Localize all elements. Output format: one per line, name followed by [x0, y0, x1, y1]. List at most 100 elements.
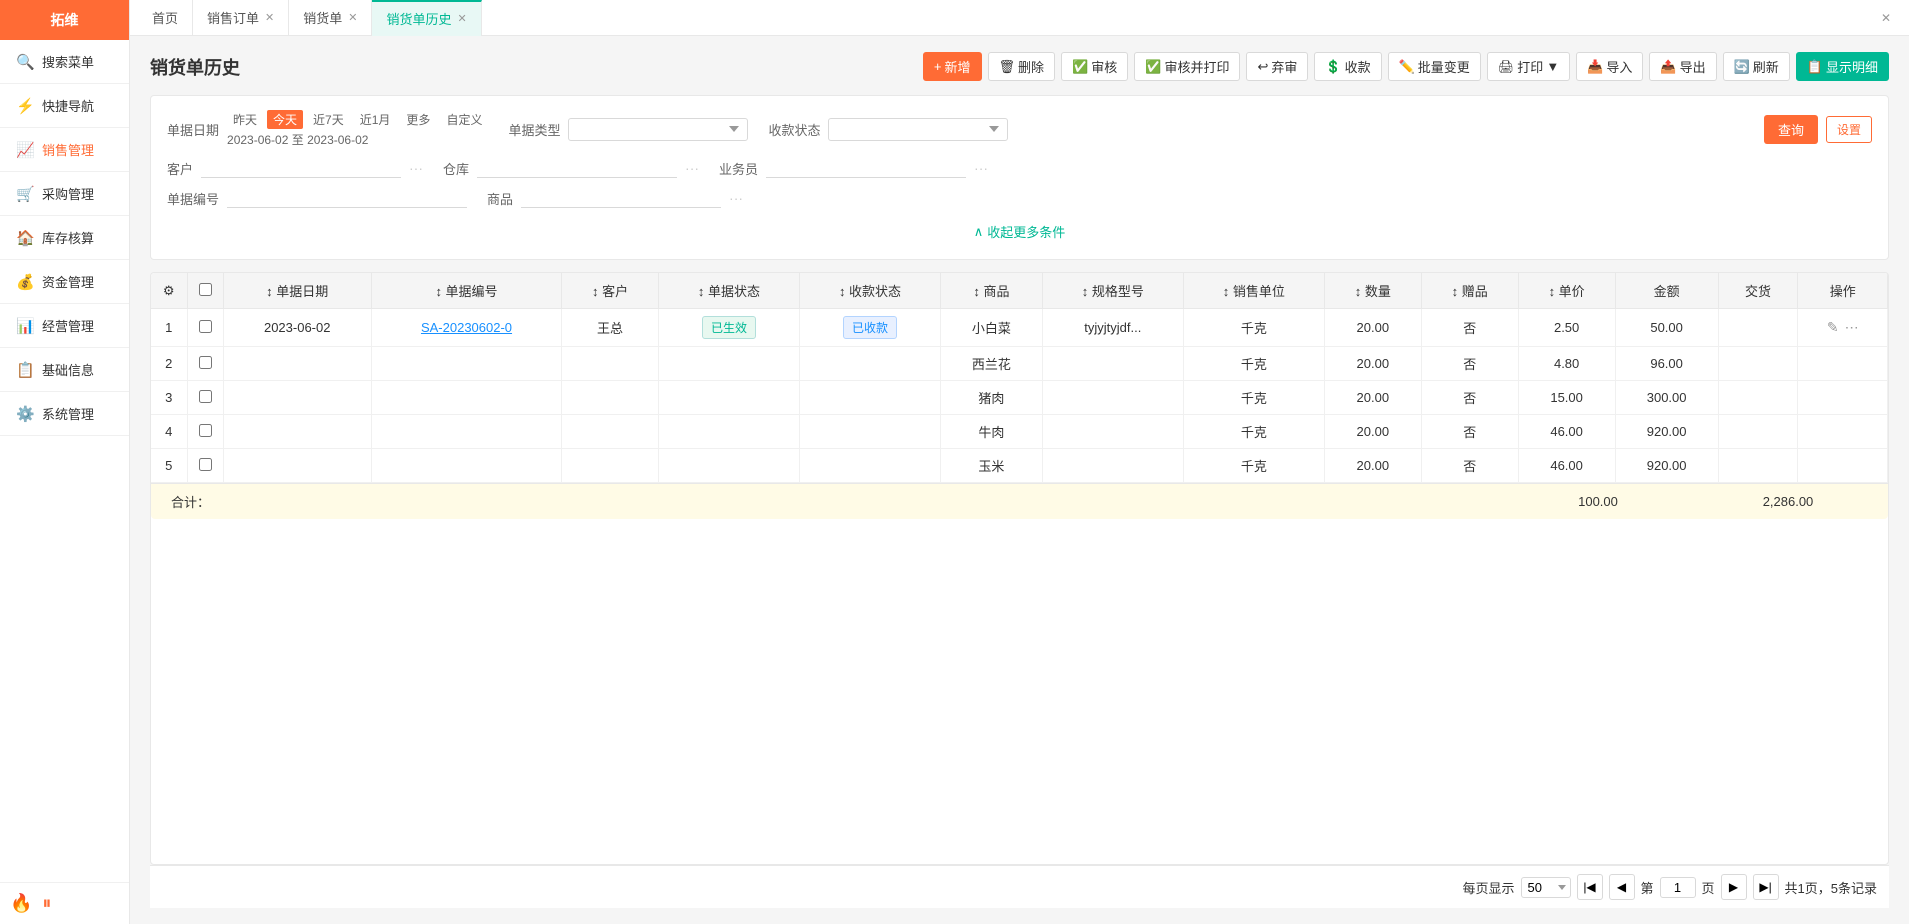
sidebar-item-sales-mgmt[interactable]: 📈 销售管理 — [0, 128, 129, 172]
date-tag-yesterday[interactable]: 昨天 — [227, 110, 263, 129]
row-checkbox[interactable] — [199, 390, 212, 403]
sidebar-pause-icon[interactable]: ⏸ — [42, 893, 51, 914]
sidebar-item-sys-mgmt[interactable]: ⚙️ 系统管理 — [0, 392, 129, 436]
config-gear-icon[interactable]: ⚙ — [163, 283, 175, 298]
col-sales-unit[interactable]: ↕ 销售单位 — [1183, 273, 1324, 309]
date-tag-more[interactable]: 更多 — [400, 110, 436, 129]
batch-change-label: 批量变更 — [1418, 57, 1470, 76]
query-button[interactable]: 查询 — [1764, 115, 1818, 144]
row-checkbox[interactable] — [199, 424, 212, 437]
show-detail-button[interactable]: 📋 显示明细 — [1796, 52, 1889, 81]
cell-unit-price: 4.80 — [1518, 347, 1615, 381]
sidebar-item-search-menu[interactable]: 🔍 搜索菜单 — [0, 40, 129, 84]
close-all-tabs[interactable]: ✕ — [1871, 11, 1901, 25]
table-row: 12023-06-02SA-20230602-0王总已生效已收款小白菜tyjyj… — [151, 309, 1888, 347]
date-tag-7days[interactable]: 近7天 — [307, 110, 350, 129]
col-doc-status[interactable]: ↕ 单据状态 — [658, 273, 799, 309]
col-spec-type[interactable]: ↕ 规格型号 — [1042, 273, 1183, 309]
row-checkbox[interactable] — [199, 320, 212, 333]
sidebar-item-purchase-mgmt[interactable]: 🛒 采购管理 — [0, 172, 129, 216]
import-button[interactable]: 📥 导入 — [1576, 52, 1643, 81]
sidebar-item-finance-mgmt[interactable]: 💰 资金管理 — [0, 260, 129, 304]
tab-home[interactable]: 首页 — [138, 0, 193, 36]
edit-icon[interactable]: ✎ — [1827, 319, 1839, 336]
customer-input[interactable] — [201, 158, 401, 178]
goods-input[interactable] — [521, 188, 721, 208]
warehouse-browse-icon[interactable]: ··· — [685, 160, 699, 176]
col-customer[interactable]: ↕ 客户 — [562, 273, 659, 309]
audit-print-button[interactable]: ✅ 审核并打印 — [1134, 52, 1240, 81]
table-header-row: ⚙ ↕ 单据日期 ↕ 单据编号 ↕ 客户 — [151, 273, 1888, 309]
sidebar-fire-icon[interactable]: 🔥 — [10, 893, 32, 914]
goods-browse-icon[interactable]: ··· — [729, 190, 743, 206]
row-checkbox[interactable] — [199, 458, 212, 471]
sidebar-item-ops-mgmt[interactable]: 📊 经营管理 — [0, 304, 129, 348]
col-config[interactable]: ⚙ — [151, 273, 187, 309]
prev-page-button[interactable]: ◀ — [1609, 874, 1635, 900]
salesperson-input[interactable] — [766, 158, 966, 178]
cell-action — [1798, 347, 1888, 381]
cell-doc-date — [223, 381, 371, 415]
first-page-button[interactable]: |◀ — [1577, 874, 1603, 900]
col-amount-label: 金额 — [1654, 284, 1680, 299]
collapse-filter-button[interactable]: ∧ 收起更多条件 — [167, 218, 1872, 245]
payment-status-select[interactable] — [828, 118, 1008, 141]
col-doc-no[interactable]: ↕ 单据编号 — [371, 273, 561, 309]
tab-sales-goods[interactable]: 销货单 ✕ — [289, 0, 372, 36]
warehouse-label: 仓库 — [443, 159, 469, 178]
cell-payment-status — [800, 347, 941, 381]
print-button[interactable]: 🖨 打印 ▼ — [1487, 52, 1570, 81]
customer-browse-icon[interactable]: ··· — [409, 160, 423, 176]
doc-no-link[interactable]: SA-20230602-0 — [421, 320, 512, 335]
refresh-button[interactable]: 🔄 刷新 — [1723, 52, 1790, 81]
tab-sales-order[interactable]: 销售订单 ✕ — [193, 0, 289, 36]
col-doc-date[interactable]: ↕ 单据日期 — [223, 273, 371, 309]
tab-sales-goods-close[interactable]: ✕ — [348, 11, 357, 24]
row-checkbox[interactable] — [199, 356, 212, 369]
col-unit-price[interactable]: ↕ 单价 — [1518, 273, 1615, 309]
cell-goods: 小白菜 — [941, 309, 1043, 347]
col-goods[interactable]: ↕ 商品 — [941, 273, 1043, 309]
receive-button[interactable]: 💲 收款 — [1314, 52, 1381, 81]
col-payment-status[interactable]: ↕ 收款状态 — [800, 273, 941, 309]
export-button[interactable]: 📤 导出 — [1649, 52, 1716, 81]
tab-sales-history-close[interactable]: ✕ — [458, 12, 467, 25]
audit-button[interactable]: ✅ 审核 — [1061, 52, 1128, 81]
col-gift[interactable]: ↕ 赠品 — [1421, 273, 1518, 309]
more-icon[interactable]: ⋯ — [1845, 319, 1859, 336]
sidebar-item-label: 库存核算 — [42, 228, 94, 247]
date-tag-1month[interactable]: 近1月 — [354, 110, 397, 129]
sidebar-item-quick-nav[interactable]: ⚡ 快捷导航 — [0, 84, 129, 128]
last-page-button[interactable]: ▶| — [1753, 874, 1779, 900]
salesperson-browse-icon[interactable]: ··· — [974, 160, 988, 176]
col-checkbox — [187, 273, 223, 309]
inventory-icon: 🏠 — [16, 229, 34, 247]
export-icon: 📤 — [1660, 59, 1676, 75]
page-input[interactable] — [1660, 877, 1696, 898]
date-tag-today[interactable]: 今天 — [267, 110, 303, 129]
warehouse-input[interactable] — [477, 158, 677, 178]
next-page-button[interactable]: ▶ — [1721, 874, 1747, 900]
delete-label: 删除 — [1018, 57, 1044, 76]
docno-input[interactable] — [227, 188, 467, 208]
page-size-select[interactable]: 50 100 200 — [1521, 877, 1571, 898]
tab-sales-history[interactable]: 销货单历史 ✕ — [372, 0, 481, 36]
batch-change-button[interactable]: ✏️ 批量变更 — [1388, 52, 1481, 81]
cell-checkbox — [187, 347, 223, 381]
tab-sales-order-close[interactable]: ✕ — [265, 11, 274, 24]
sidebar-item-inventory[interactable]: 🏠 库存核算 — [0, 216, 129, 260]
cell-doc-date — [223, 415, 371, 449]
settings-button[interactable]: 设置 — [1826, 116, 1872, 143]
col-qty[interactable]: ↕ 数量 — [1324, 273, 1421, 309]
cell-seq: 2 — [151, 347, 187, 381]
sidebar-item-basic-info[interactable]: 📋 基础信息 — [0, 348, 129, 392]
delete-button[interactable]: 🗑 删除 — [988, 52, 1056, 81]
filter-warehouse-field: 仓库 ··· — [443, 158, 699, 178]
doc-type-select[interactable] — [568, 118, 748, 141]
select-all-checkbox[interactable] — [199, 283, 212, 296]
audit-print-label: 审核并打印 — [1164, 57, 1229, 76]
abandon-button[interactable]: ↩ 弃审 — [1246, 52, 1308, 81]
date-label: 单据日期 — [167, 120, 219, 139]
date-tag-custom[interactable]: 自定义 — [440, 110, 488, 129]
add-button[interactable]: + 新增 — [923, 52, 982, 81]
